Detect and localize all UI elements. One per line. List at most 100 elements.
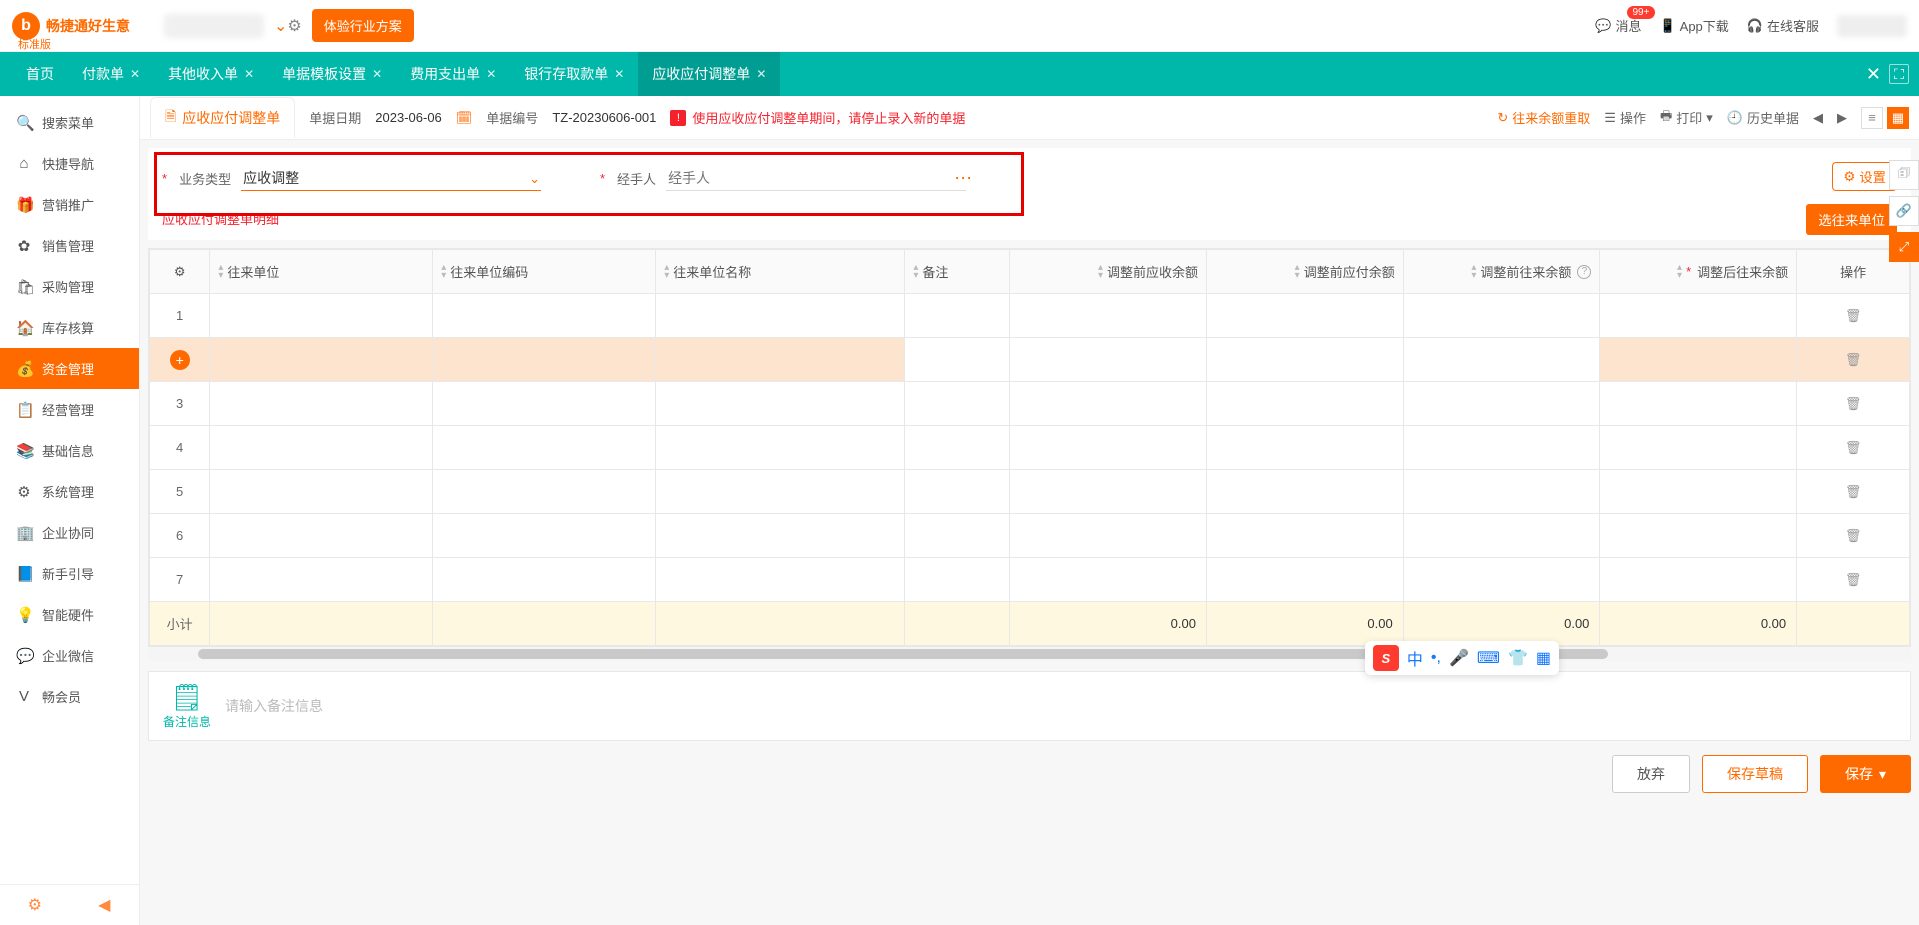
ime-mic-icon[interactable]: 🎤 bbox=[1449, 648, 1469, 668]
app-download-link[interactable]: 📱 App下载 bbox=[1659, 16, 1728, 35]
view-toggle: ≡ ▦ bbox=[1861, 107, 1909, 129]
col-pre-recv[interactable]: ▴▾调整前应收余额 bbox=[1010, 250, 1207, 294]
rail-expand-icon[interactable]: ⤢ bbox=[1889, 232, 1919, 262]
sidebar-item-enterprise[interactable]: 🏢企业协同 bbox=[0, 512, 139, 553]
plus-icon[interactable]: + bbox=[170, 350, 190, 370]
table-row[interactable]: 7🗑 bbox=[150, 558, 1910, 602]
history-link[interactable]: 🕘 历史单据 bbox=[1727, 108, 1799, 127]
ime-lang[interactable]: 中 bbox=[1407, 646, 1423, 670]
sidebar-settings-icon[interactable]: ⚙ bbox=[0, 885, 70, 925]
close-icon[interactable]: ✕ bbox=[756, 67, 766, 81]
ime-keyboard-icon[interactable]: ⌨ bbox=[1477, 648, 1500, 668]
view-list-icon[interactable]: ≡ bbox=[1861, 107, 1883, 129]
sidebar-item-quick-nav[interactable]: ⌂快捷导航 bbox=[0, 143, 139, 184]
user-info-blurred[interactable] bbox=[1837, 15, 1907, 37]
table-row[interactable]: 1🗑 bbox=[150, 294, 1910, 338]
trash-icon[interactable]: 🗑 bbox=[1845, 572, 1862, 587]
remark-input[interactable] bbox=[225, 698, 1896, 714]
sidebar: 🔍搜索菜单 ⌂快捷导航 🎁营销推广 ✿销售管理 🛍采购管理 🏠库存核算 💰资金管… bbox=[0, 96, 140, 925]
col-pre-bal[interactable]: ▴▾调整前往来余额? bbox=[1403, 250, 1600, 294]
sidebar-item-member[interactable]: V畅会员 bbox=[0, 676, 139, 717]
tab-payment[interactable]: 付款单✕ bbox=[68, 52, 154, 96]
tab-adjust[interactable]: 应收应付调整单✕ bbox=[638, 52, 780, 96]
sidebar-item-sales[interactable]: ✿销售管理 bbox=[0, 225, 139, 266]
tab-other-income[interactable]: 其他收入单✕ bbox=[154, 52, 268, 96]
company-switcher[interactable]: ⌄ bbox=[164, 14, 287, 38]
fullscreen-icon[interactable]: ⛶ bbox=[1889, 64, 1909, 84]
help-icon[interactable]: ? bbox=[1577, 265, 1591, 279]
select-unit-button[interactable]: 选往来单位 bbox=[1806, 204, 1897, 235]
sidebar-item-finance[interactable]: 💰资金管理 bbox=[0, 348, 139, 389]
refetch-balance-link[interactable]: ↻ 往来余额重取 bbox=[1497, 108, 1590, 127]
sidebar-item-inventory[interactable]: 🏠库存核算 bbox=[0, 307, 139, 348]
sidebar-item-system[interactable]: ⚙系统管理 bbox=[0, 471, 139, 512]
close-icon[interactable]: ✕ bbox=[614, 67, 624, 81]
col-unit-code[interactable]: ▴▾往来单位编码 bbox=[433, 250, 656, 294]
sidebar-item-hardware[interactable]: 💡智能硬件 bbox=[0, 594, 139, 635]
close-icon[interactable]: ✕ bbox=[244, 67, 254, 81]
handler-input[interactable] bbox=[666, 166, 966, 191]
trash-icon[interactable]: 🗑 bbox=[1845, 396, 1862, 411]
trash-icon[interactable]: 🗑 bbox=[1845, 528, 1862, 543]
add-row[interactable]: + bbox=[150, 338, 210, 382]
messages-link[interactable]: 💬 消息 99+ bbox=[1595, 16, 1641, 35]
calendar-icon[interactable]: 🗓 bbox=[456, 110, 473, 126]
ime-toolbar[interactable]: S 中 •, 🎤 ⌨ 👕 ▦ bbox=[1365, 641, 1559, 675]
table-row[interactable]: 4🗑 bbox=[150, 426, 1910, 470]
date-value[interactable]: 2023-06-06 bbox=[375, 110, 442, 125]
sidebar-collapse-icon[interactable]: ◀ bbox=[70, 885, 140, 925]
chevron-down-icon[interactable]: ⌄ bbox=[529, 171, 540, 187]
table-row-active[interactable]: +🗑 bbox=[150, 338, 1910, 382]
sidebar-item-purchase[interactable]: 🛍采购管理 bbox=[0, 266, 139, 307]
save-draft-button[interactable]: 保存草稿 bbox=[1702, 755, 1808, 793]
ime-skin-icon[interactable]: 👕 bbox=[1508, 648, 1528, 668]
close-all-tabs-icon[interactable]: ✕ bbox=[1866, 64, 1881, 85]
trash-icon[interactable]: 🗑 bbox=[1845, 308, 1862, 323]
ime-punct-icon[interactable]: •, bbox=[1431, 649, 1441, 667]
table-row[interactable]: 6🗑 bbox=[150, 514, 1910, 558]
col-gear[interactable]: ⚙ bbox=[150, 250, 210, 294]
tab-label: 银行存取款单 bbox=[524, 64, 608, 84]
ime-grid-icon[interactable]: ▦ bbox=[1536, 648, 1551, 668]
trash-icon[interactable]: 🗑 bbox=[1845, 484, 1862, 499]
close-icon[interactable]: ✕ bbox=[486, 67, 496, 81]
tab-expense[interactable]: 费用支出单✕ bbox=[396, 52, 510, 96]
col-pre-pay[interactable]: ▴▾调整前应付余额 bbox=[1206, 250, 1403, 294]
tab-home[interactable]: 首页 bbox=[12, 52, 68, 96]
sidebar-item-search[interactable]: 🔍搜索菜单 bbox=[0, 102, 139, 143]
settings-button[interactable]: ⚙设置 bbox=[1832, 162, 1897, 191]
col-unit-name[interactable]: ▴▾往来单位名称 bbox=[656, 250, 905, 294]
gear-icon[interactable]: ⚙ bbox=[287, 16, 301, 36]
close-icon[interactable]: ✕ bbox=[130, 67, 140, 81]
experience-button[interactable]: 体验行业方案 bbox=[312, 9, 414, 42]
print-link[interactable]: 🖶 打印 ▾ bbox=[1660, 107, 1713, 129]
trash-icon[interactable]: 🗑 bbox=[1845, 440, 1862, 455]
prev-doc-icon[interactable]: ◀ bbox=[1813, 110, 1823, 126]
rail-note-icon[interactable]: 🗊 bbox=[1889, 160, 1919, 190]
sidebar-item-wechat[interactable]: 💬企业微信 bbox=[0, 635, 139, 676]
save-button[interactable]: 保存▾ bbox=[1820, 755, 1911, 793]
table-row[interactable]: 5🗑 bbox=[150, 470, 1910, 514]
horizontal-scrollbar[interactable] bbox=[148, 647, 1911, 661]
tab-bank[interactable]: 银行存取款单 ✕ bbox=[510, 52, 638, 96]
sidebar-item-marketing[interactable]: 🎁营销推广 bbox=[0, 184, 139, 225]
sidebar-item-operation[interactable]: 📋经营管理 bbox=[0, 389, 139, 430]
more-icon[interactable]: ⋯ bbox=[954, 168, 972, 189]
col-remark[interactable]: ▴▾备注 bbox=[905, 250, 1010, 294]
view-card-icon[interactable]: ▦ bbox=[1887, 107, 1909, 129]
tab-template[interactable]: 单据模板设置✕ bbox=[268, 52, 396, 96]
next-doc-icon[interactable]: ▶ bbox=[1837, 110, 1847, 126]
table-row[interactable]: 3🗑 bbox=[150, 382, 1910, 426]
trash-icon[interactable]: 🗑 bbox=[1845, 352, 1862, 367]
biz-type-input[interactable] bbox=[241, 166, 541, 191]
discard-button[interactable]: 放弃 bbox=[1612, 755, 1690, 793]
col-post-bal[interactable]: ▴▾*调整后往来余额 bbox=[1600, 250, 1797, 294]
warning-text: 使用应收应付调整单期间，请停止录入新的单据 bbox=[692, 108, 965, 127]
operate-link[interactable]: ☰ 操作 bbox=[1604, 108, 1646, 127]
support-link[interactable]: 🎧 在线客服 bbox=[1747, 16, 1819, 35]
rail-link-icon[interactable]: 🔗 bbox=[1889, 196, 1919, 226]
close-icon[interactable]: ✕ bbox=[372, 67, 382, 81]
sidebar-item-guide[interactable]: 📘新手引导 bbox=[0, 553, 139, 594]
col-unit[interactable]: ▴▾往来单位 bbox=[210, 250, 433, 294]
sidebar-item-basic[interactable]: 📚基础信息 bbox=[0, 430, 139, 471]
